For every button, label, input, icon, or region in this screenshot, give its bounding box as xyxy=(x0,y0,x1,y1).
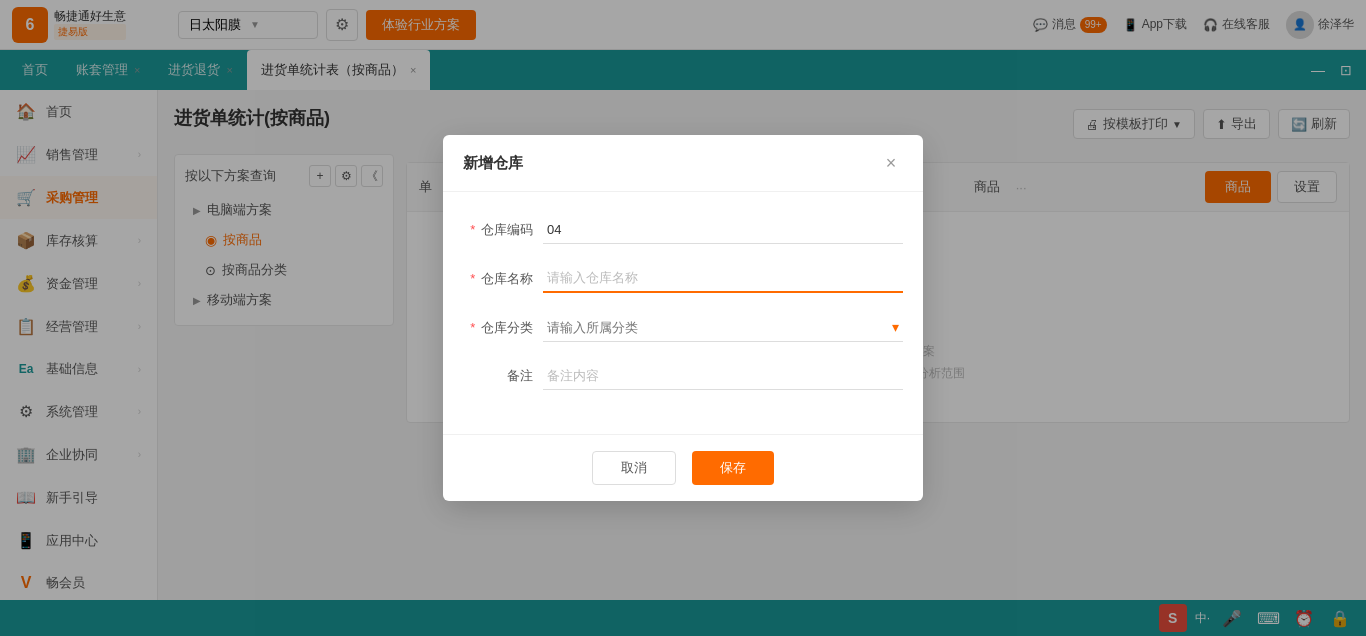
modal-close-button[interactable]: × xyxy=(879,151,903,175)
modal-header: 新增仓库 × xyxy=(443,135,923,192)
warehouse-note-input[interactable] xyxy=(543,362,903,390)
cancel-button[interactable]: 取消 xyxy=(592,451,676,485)
modal-title: 新增仓库 xyxy=(463,154,523,173)
form-row-category: * 仓库分类 ▾ xyxy=(463,313,903,342)
form-row-code: * 仓库编码 xyxy=(463,216,903,244)
code-label: * 仓库编码 xyxy=(463,221,543,239)
modal-footer: 取消 保存 xyxy=(443,434,923,501)
category-label: * 仓库分类 xyxy=(463,319,543,337)
modal-body: * 仓库编码 * 仓库名称 * 仓库分类 xyxy=(443,192,923,434)
category-select-wrapper[interactable]: ▾ xyxy=(543,313,903,342)
form-row-name: * 仓库名称 xyxy=(463,264,903,293)
name-label: * 仓库名称 xyxy=(463,270,543,288)
note-label: 备注 xyxy=(463,367,543,385)
warehouse-name-input[interactable] xyxy=(543,264,903,293)
new-warehouse-modal: 新增仓库 × * 仓库编码 * 仓库名称 xyxy=(443,135,923,501)
category-dropdown-icon: ▾ xyxy=(892,319,899,335)
warehouse-code-input[interactable] xyxy=(543,216,903,244)
save-button[interactable]: 保存 xyxy=(692,451,774,485)
category-input[interactable] xyxy=(547,320,892,335)
form-row-note: 备注 xyxy=(463,362,903,390)
modal-overlay: 新增仓库 × * 仓库编码 * 仓库名称 xyxy=(0,0,1366,636)
